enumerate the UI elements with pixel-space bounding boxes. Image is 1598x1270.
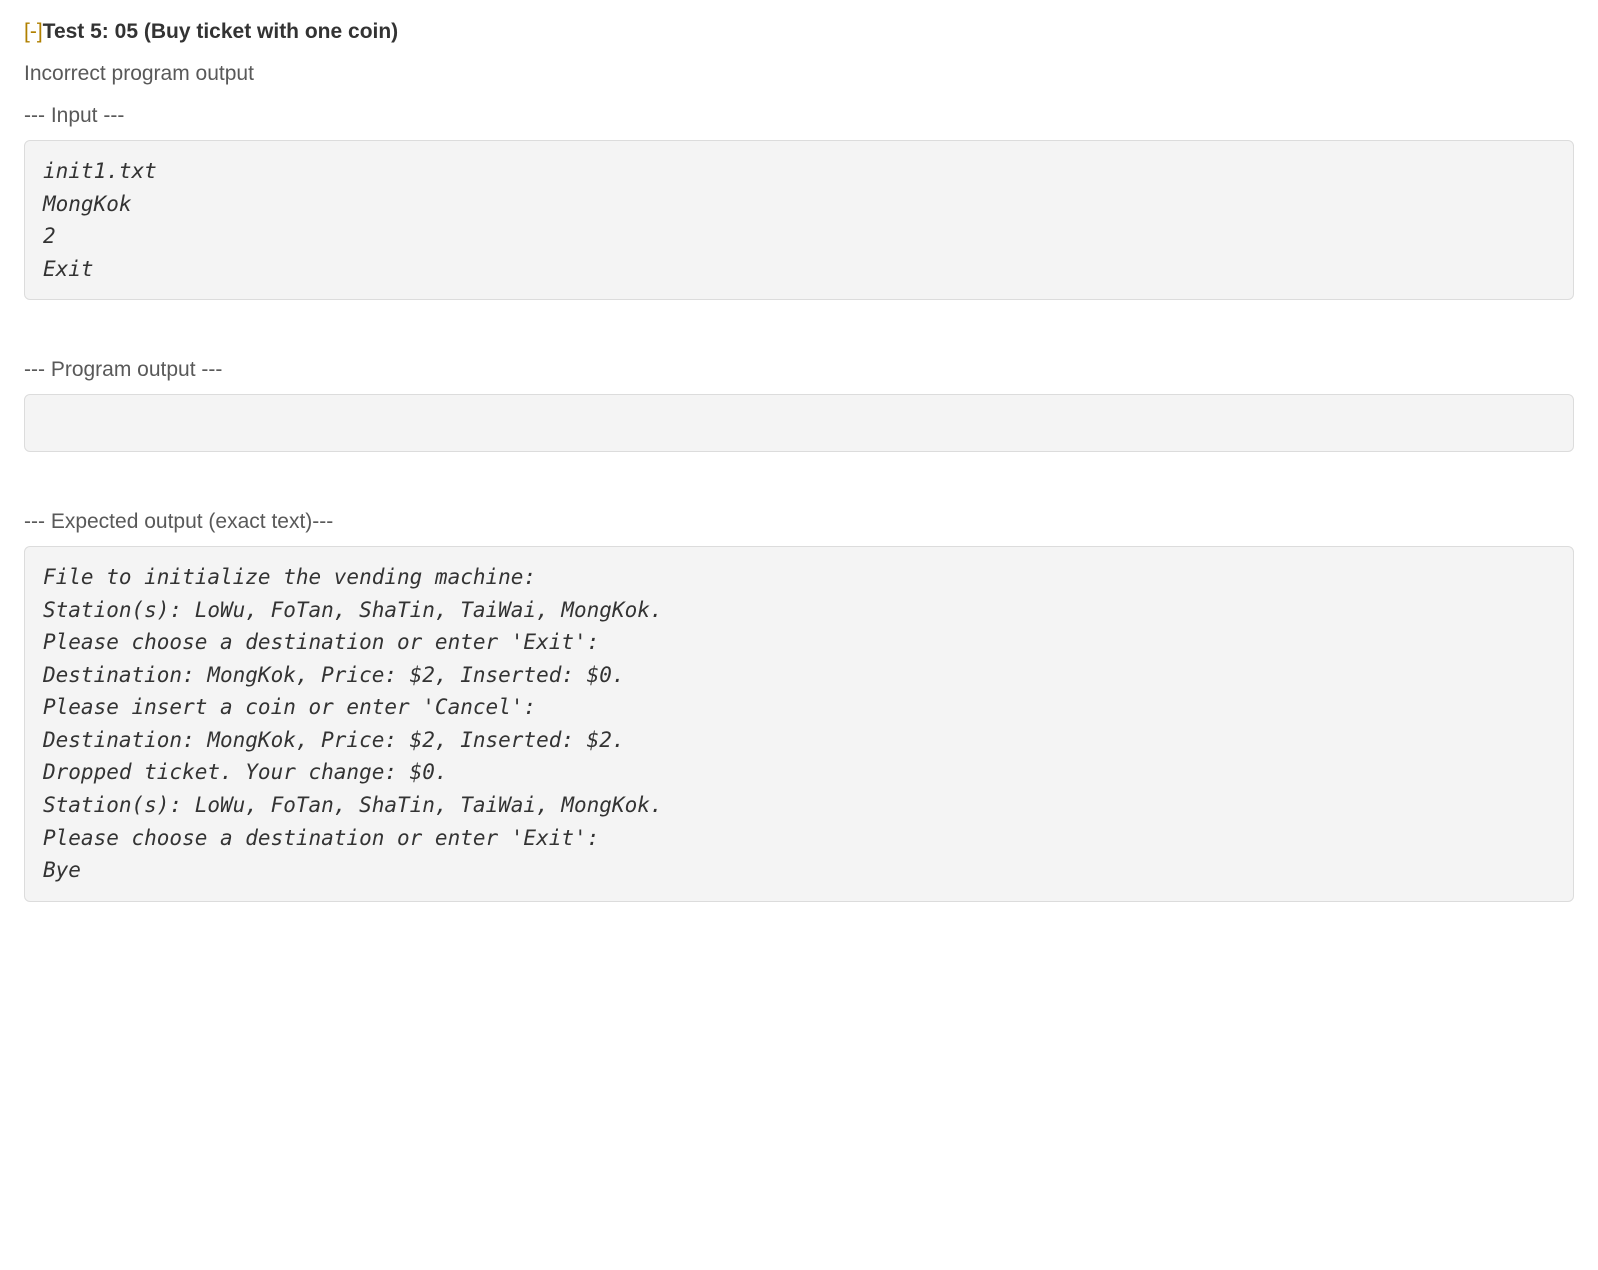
program-output-block bbox=[24, 394, 1574, 452]
collapse-toggle[interactable]: [-] bbox=[24, 20, 43, 43]
expected-output-section-label: --- Expected output (exact text)--- bbox=[24, 510, 1574, 534]
test-header: [-]Test 5: 05 (Buy ticket with one coin) bbox=[24, 20, 1574, 44]
input-section-label: --- Input --- bbox=[24, 104, 1574, 128]
program-output-section-label: --- Program output --- bbox=[24, 358, 1574, 382]
test-status: Incorrect program output bbox=[24, 62, 1574, 86]
input-block: init1.txt MongKok 2 Exit bbox=[24, 140, 1574, 300]
test-title: Test 5: 05 (Buy ticket with one coin) bbox=[43, 20, 399, 43]
expected-output-block: File to initialize the vending machine: … bbox=[24, 546, 1574, 901]
